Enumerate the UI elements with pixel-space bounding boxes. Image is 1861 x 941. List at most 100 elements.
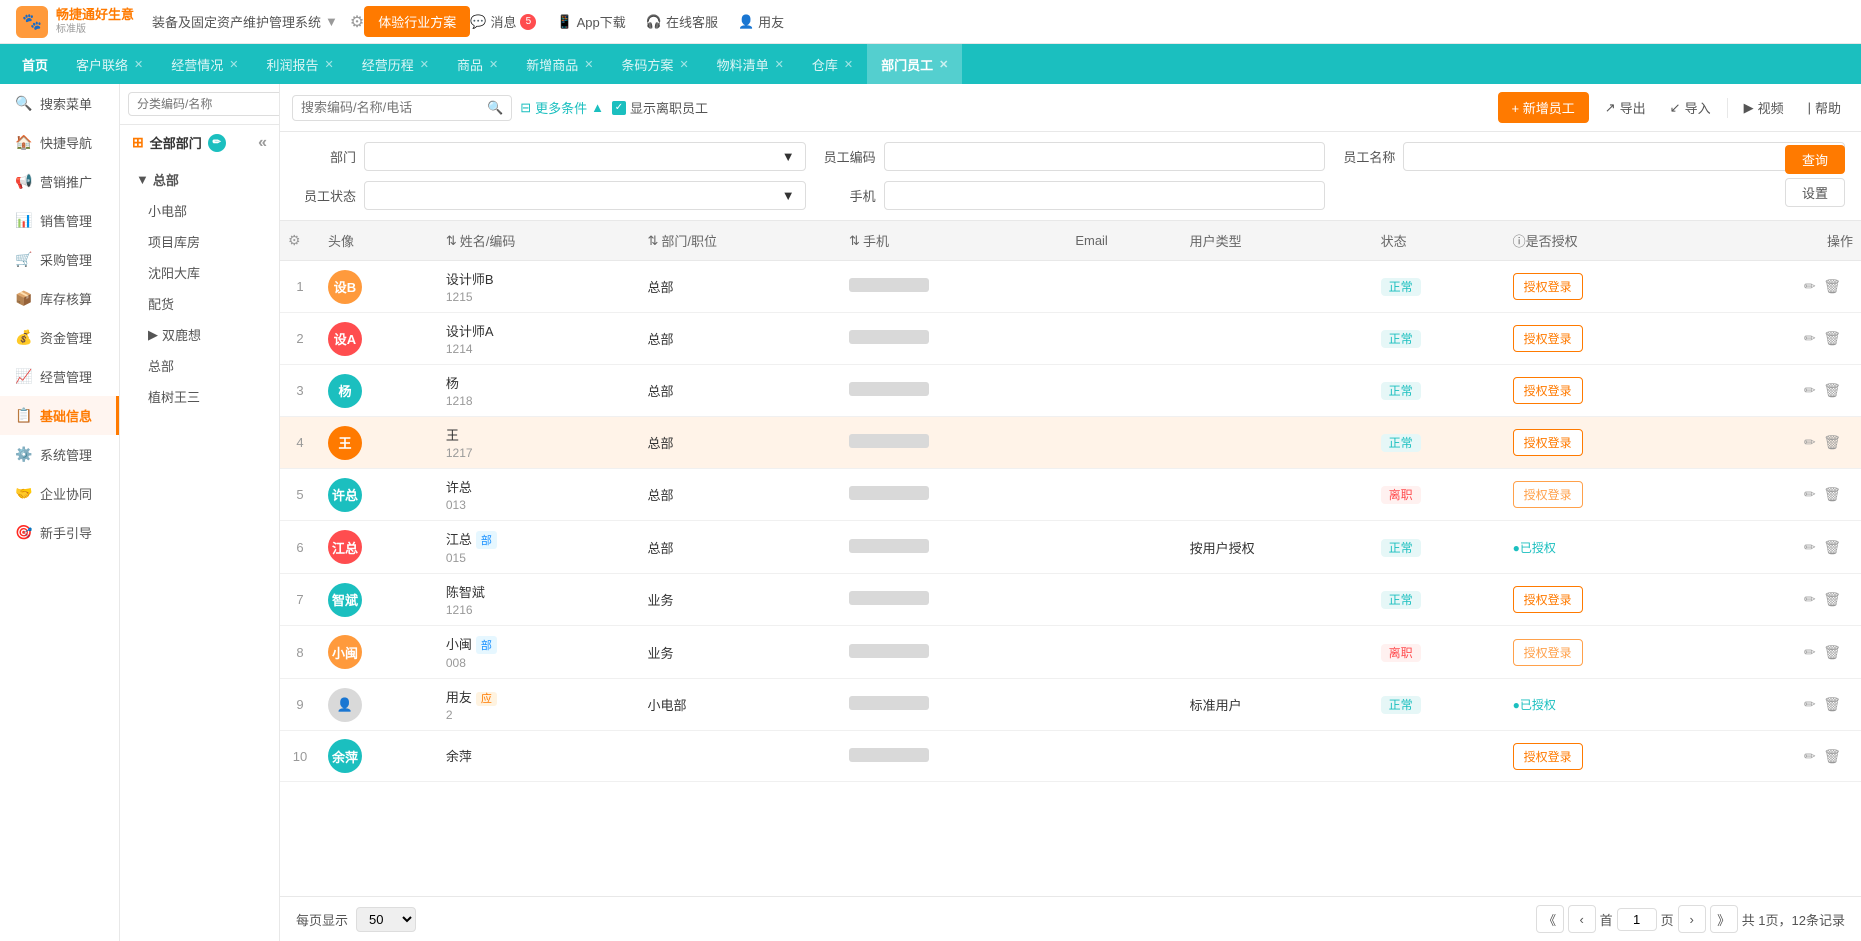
sidebar-item-finance[interactable]: 💰 资金管理 [0, 318, 119, 357]
show-resigned-toggle[interactable]: ✓ 显示离职员工 [612, 98, 708, 117]
gear-button[interactable]: ⚙ [350, 12, 364, 32]
nav-tab-warehouse[interactable]: 仓库 ✕ [798, 44, 867, 84]
settings-icon[interactable]: ⚙ [288, 232, 301, 248]
dept-search-input[interactable] [128, 92, 280, 116]
add-employee-button[interactable]: + 新增员工 [1498, 92, 1589, 123]
sort-dept[interactable]: ⇅ 部门/职位 [647, 231, 833, 250]
delete-button[interactable]: 🗑 [1823, 748, 1841, 764]
last-page-btn[interactable]: 》 [1710, 905, 1738, 933]
edit-button[interactable]: ✏ [1804, 486, 1816, 502]
auth-button[interactable]: 授权登录 [1513, 429, 1583, 456]
edit-button[interactable]: ✏ [1804, 748, 1816, 764]
auth-button[interactable]: 授权登录 [1513, 743, 1583, 770]
delete-button[interactable]: 🗑 [1823, 382, 1841, 398]
search-input[interactable] [301, 100, 481, 115]
dept-node-project-warehouse[interactable]: 项目库房 [120, 226, 279, 257]
dept-node-small-electric[interactable]: 小电部 [120, 195, 279, 226]
sidebar-item-system[interactable]: ⚙️ 系统管理 [0, 435, 119, 474]
emp-code-input[interactable] [884, 142, 1326, 171]
dept-node-double-deer[interactable]: ▶ 双鹿想 [120, 319, 279, 350]
dept-node-shenyang[interactable]: 沈阳大库 [120, 257, 279, 288]
dept-node-hq[interactable]: 总部 [120, 350, 279, 381]
edit-button[interactable]: ✏ [1804, 278, 1816, 294]
auth-button[interactable]: 授权登录 [1513, 325, 1583, 352]
close-icon[interactable]: ✕ [939, 58, 948, 71]
nav-tab-home[interactable]: 首页 [8, 44, 62, 84]
nav-tab-history[interactable]: 经营历程 ✕ [348, 44, 443, 84]
dept-filter-select[interactable]: ▼ [364, 142, 806, 171]
edit-button[interactable]: ✏ [1804, 591, 1816, 607]
auth-button[interactable]: 授权登录 [1513, 586, 1583, 613]
page-number-input[interactable] [1617, 908, 1657, 931]
sidebar-item-basic-info[interactable]: 📋 基础信息 [0, 396, 119, 435]
experience-button[interactable]: 体验行业方案 [364, 6, 470, 37]
edit-button[interactable]: ✏ [1804, 539, 1816, 555]
sidebar-item-collab[interactable]: 🤝 企业协同 [0, 474, 119, 513]
delete-button[interactable]: 🗑 [1823, 486, 1841, 502]
reset-button[interactable]: 设置 [1785, 178, 1845, 207]
edit-button[interactable]: ✏ [1804, 696, 1816, 712]
prev-page-btn[interactable]: ‹ [1568, 905, 1596, 933]
sidebar-item-inventory[interactable]: 📦 库存核算 [0, 279, 119, 318]
delete-button[interactable]: 🗑 [1823, 278, 1841, 294]
dept-node-general[interactable]: ▼ 总部 [120, 164, 279, 195]
sidebar-item-sales[interactable]: 📊 销售管理 [0, 201, 119, 240]
close-icon[interactable]: ✕ [325, 58, 334, 71]
import-button[interactable]: ↙ 导入 [1662, 94, 1719, 121]
dept-node-plant-king[interactable]: 植树王三 [120, 381, 279, 412]
user-item[interactable]: 👤 用友 [738, 12, 784, 31]
delete-button[interactable]: 🗑 [1823, 330, 1841, 346]
sidebar-item-purchase[interactable]: 🛒 采购管理 [0, 240, 119, 279]
delete-button[interactable]: 🗑 [1823, 591, 1841, 607]
close-icon[interactable]: ✕ [420, 58, 429, 71]
delete-button[interactable]: 🗑 [1823, 434, 1841, 450]
nav-tab-profit[interactable]: 利润报告 ✕ [252, 44, 347, 84]
nav-tab-dept-employee[interactable]: 部门员工 ✕ [867, 44, 962, 84]
edit-button[interactable]: ✏ [1804, 382, 1816, 398]
dept-node-distribution[interactable]: 配货 [120, 288, 279, 319]
close-icon[interactable]: ✕ [775, 58, 784, 71]
more-conditions-btn[interactable]: ⊟ 更多条件 ▲ [520, 98, 604, 117]
video-button[interactable]: ▶ 视频 [1736, 94, 1792, 121]
next-page-btn[interactable]: › [1678, 905, 1706, 933]
delete-button[interactable]: 🗑 [1823, 644, 1841, 660]
edit-button[interactable]: ✏ [1804, 330, 1816, 346]
emp-status-select[interactable]: ▼ [364, 181, 806, 210]
page-size-select[interactable]: 50 100 200 [356, 907, 416, 932]
delete-button[interactable]: 🗑 [1823, 696, 1841, 712]
nav-tab-customer[interactable]: 客户联络 ✕ [62, 44, 157, 84]
close-icon[interactable]: ✕ [489, 58, 498, 71]
edit-button[interactable]: ✏ [1804, 434, 1816, 450]
edit-button[interactable]: ✏ [1804, 644, 1816, 660]
close-icon[interactable]: ✕ [679, 58, 688, 71]
query-button[interactable]: 查询 [1785, 145, 1845, 174]
sort-name[interactable]: ⇅ 姓名/编码 [446, 231, 632, 250]
nav-tab-bom[interactable]: 物料清单 ✕ [703, 44, 798, 84]
nav-tab-barcode[interactable]: 条码方案 ✕ [607, 44, 702, 84]
nav-tab-business[interactable]: 经营情况 ✕ [157, 44, 252, 84]
sidebar-item-marketing[interactable]: 📢 营销推广 [0, 162, 119, 201]
online-support-item[interactable]: 🎧 在线客服 [646, 12, 718, 31]
app-download-item[interactable]: 📱 App下载 [556, 12, 625, 31]
auth-button[interactable]: 授权登录 [1513, 481, 1583, 508]
search-icon[interactable]: 🔍 [487, 100, 503, 116]
dept-all[interactable]: ⊞ 全部部门 ✏ « [120, 125, 279, 160]
close-icon[interactable]: ✕ [229, 58, 238, 71]
auth-button[interactable]: 授权登录 [1513, 377, 1583, 404]
dept-edit-icon[interactable]: ✏ [208, 134, 226, 152]
help-button[interactable]: | 帮助 [1800, 94, 1849, 121]
first-page-btn[interactable]: 《 [1536, 905, 1564, 933]
close-icon[interactable]: ✕ [844, 58, 853, 71]
dept-collapse-icon[interactable]: « [258, 134, 267, 152]
close-icon[interactable]: ✕ [584, 58, 593, 71]
auth-button[interactable]: 授权登录 [1513, 273, 1583, 300]
export-button[interactable]: ↗ 导出 [1597, 94, 1654, 121]
sort-phone[interactable]: ⇅ 手机 [849, 231, 1059, 250]
sidebar-item-operation[interactable]: 📈 经营管理 [0, 357, 119, 396]
emp-name-input[interactable] [1403, 142, 1845, 171]
delete-button[interactable]: 🗑 [1823, 539, 1841, 555]
sidebar-item-search[interactable]: 🔍 搜索菜单 [0, 84, 119, 123]
phone-input[interactable] [884, 181, 1326, 210]
nav-tab-new-goods[interactable]: 新增商品 ✕ [512, 44, 607, 84]
message-item[interactable]: 💬 消息 5 [470, 12, 536, 31]
